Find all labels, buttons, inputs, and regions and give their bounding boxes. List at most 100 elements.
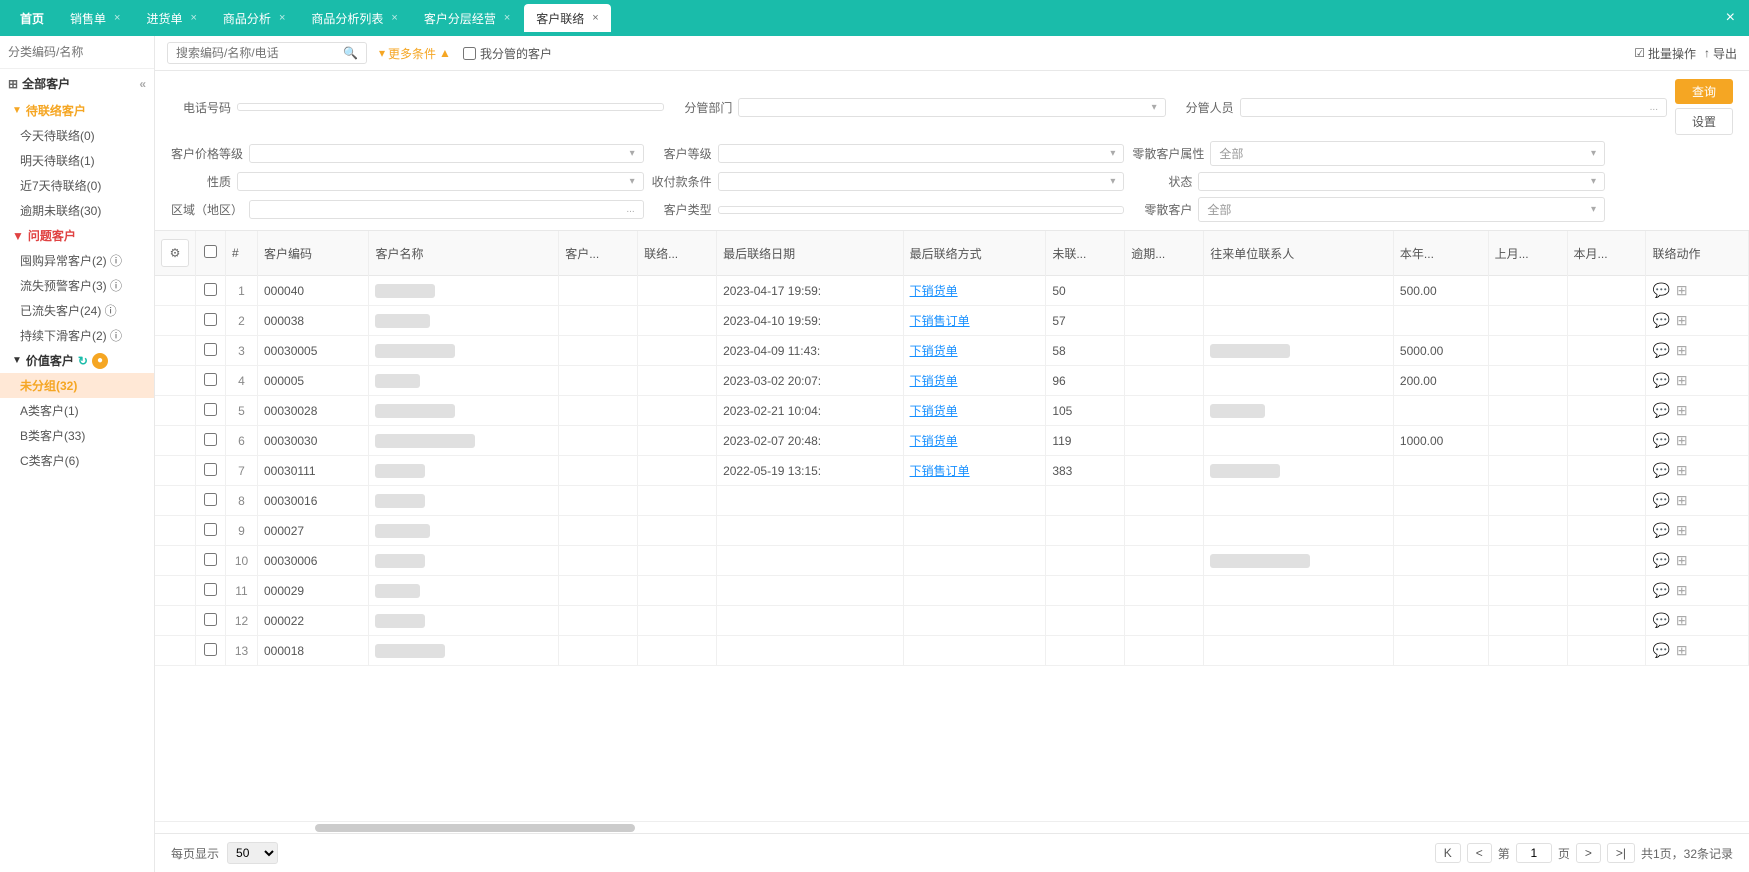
qr-icon[interactable]: ⊞: [1676, 612, 1688, 629]
sidebar-item-b-class[interactable]: B类客户(33): [0, 423, 154, 448]
sidebar-item-tomorrow-pending[interactable]: 明天待联络(1): [0, 148, 154, 173]
this-year-col-header[interactable]: 本年...: [1393, 231, 1488, 276]
row-last-method[interactable]: 下销售订单: [903, 456, 1046, 486]
qr-icon[interactable]: ⊞: [1676, 312, 1688, 329]
tab-product-analysis[interactable]: 商品分析 ×: [211, 4, 297, 32]
sparse-attr-select[interactable]: 全部▾: [1210, 141, 1605, 166]
qr-icon[interactable]: ⊞: [1676, 342, 1688, 359]
sidebar-item-c-class[interactable]: C类客户(6): [0, 448, 154, 473]
chat-icon[interactable]: 💬: [1652, 432, 1669, 449]
collapse-icon[interactable]: «: [139, 77, 146, 91]
sidebar-item-declining[interactable]: 持续下滑客户(2) ⓘ: [0, 323, 154, 348]
row-checkbox[interactable]: [204, 553, 217, 566]
all-customers-header[interactable]: ⊞ 全部客户 «: [0, 69, 154, 98]
region-input[interactable]: ...: [249, 200, 644, 219]
contact-col-header[interactable]: 联络...: [638, 231, 717, 276]
sidebar-item-7days-pending[interactable]: 近7天待联络(0): [0, 173, 154, 198]
qr-icon[interactable]: ⊞: [1676, 522, 1688, 539]
row-checkbox[interactable]: [204, 493, 217, 506]
sidebar-item-a-class[interactable]: A类客户(1): [0, 398, 154, 423]
pending-contact-section[interactable]: ▼ 待联络客户: [0, 98, 154, 123]
h-scrollbar[interactable]: [155, 821, 1749, 833]
reset-button[interactable]: 设置: [1675, 108, 1733, 135]
unit-contact-col-header[interactable]: 往来单位联系人: [1204, 231, 1394, 276]
tab-home[interactable]: 首页: [8, 4, 56, 32]
last-method-link[interactable]: 下销货单: [910, 284, 958, 298]
row-checkbox[interactable]: [204, 313, 217, 326]
chat-icon[interactable]: 💬: [1652, 552, 1669, 569]
tab-sales[interactable]: 销售单 ×: [58, 4, 132, 32]
row-last-method[interactable]: [903, 486, 1046, 516]
settings-icon[interactable]: ⚙: [161, 239, 189, 267]
row-checkbox[interactable]: [204, 463, 217, 476]
last-page-button[interactable]: >|: [1607, 843, 1635, 863]
phone-input[interactable]: [237, 103, 664, 111]
main-search-icon[interactable]: 🔍: [343, 46, 358, 60]
export-button[interactable]: ↑ 导出: [1704, 45, 1737, 62]
sidebar-item-ungrouped[interactable]: 未分组(32): [0, 373, 154, 398]
last-method-link[interactable]: 下销货单: [910, 404, 958, 418]
tab-product-analysis-list[interactable]: 商品分析列表 ×: [299, 4, 409, 32]
refresh-icon[interactable]: ↻: [78, 354, 88, 368]
not-contact-col-header[interactable]: 未联...: [1046, 231, 1125, 276]
row-checkbox[interactable]: [204, 613, 217, 626]
last-method-link[interactable]: 下销货单: [910, 344, 958, 358]
qr-icon[interactable]: ⊞: [1676, 432, 1688, 449]
main-search-input[interactable]: [176, 46, 339, 60]
tab-sales-close[interactable]: ×: [114, 12, 120, 24]
chat-icon[interactable]: 💬: [1652, 612, 1669, 629]
nature-select[interactable]: ▾: [237, 172, 644, 191]
first-page-button[interactable]: K: [1435, 843, 1461, 863]
last-method-link[interactable]: 下销货单: [910, 374, 958, 388]
chat-icon[interactable]: 💬: [1652, 282, 1669, 299]
row-last-method[interactable]: [903, 606, 1046, 636]
row-checkbox[interactable]: [204, 433, 217, 446]
sidebar-item-churn-warning[interactable]: 流失预警客户(3) ⓘ: [0, 273, 154, 298]
qr-icon[interactable]: ⊞: [1676, 552, 1688, 569]
more-conditions-button[interactable]: ▾ 更多条件 ▲: [379, 45, 451, 62]
h-scrollbar-thumb[interactable]: [315, 824, 635, 832]
row-last-method[interactable]: 下销货单: [903, 366, 1046, 396]
last-method-link[interactable]: 下销售订单: [910, 464, 970, 478]
row-last-method[interactable]: 下销货单: [903, 336, 1046, 366]
row-checkbox[interactable]: [204, 523, 217, 536]
chat-icon[interactable]: 💬: [1652, 462, 1669, 479]
row-checkbox[interactable]: [204, 403, 217, 416]
last-date-col-header[interactable]: 最后联络日期: [717, 231, 904, 276]
query-button[interactable]: 查询: [1675, 79, 1733, 104]
row-last-method[interactable]: 下销货单: [903, 426, 1046, 456]
row-checkbox[interactable]: [204, 373, 217, 386]
overdue-col-header[interactable]: 逾期...: [1125, 231, 1204, 276]
chat-icon[interactable]: 💬: [1652, 642, 1669, 659]
my-customers-check[interactable]: [463, 47, 476, 60]
chat-icon[interactable]: 💬: [1652, 342, 1669, 359]
sparse-customer-select[interactable]: 全部▾: [1198, 197, 1605, 222]
last-method-col-header[interactable]: 最后联络方式: [903, 231, 1046, 276]
chat-icon[interactable]: 💬: [1652, 492, 1669, 509]
qr-icon[interactable]: ⊞: [1676, 492, 1688, 509]
chat-icon[interactable]: 💬: [1652, 402, 1669, 419]
last-method-link[interactable]: 下销货单: [910, 434, 958, 448]
sidebar-item-overdue-no-contact[interactable]: 逾期未联络(30): [0, 198, 154, 223]
row-checkbox[interactable]: [204, 583, 217, 596]
dept-select[interactable]: ▾: [738, 98, 1165, 117]
row-checkbox[interactable]: [204, 643, 217, 656]
row-last-method[interactable]: 下销售订单: [903, 306, 1046, 336]
price-level-select[interactable]: ▾: [249, 144, 644, 163]
row-last-method[interactable]: [903, 636, 1046, 666]
page-input[interactable]: [1516, 843, 1552, 863]
chat-icon[interactable]: 💬: [1652, 312, 1669, 329]
row-last-method[interactable]: [903, 546, 1046, 576]
tab-customer-contact-close[interactable]: ×: [592, 12, 598, 24]
row-checkbox[interactable]: [204, 283, 217, 296]
settings-col-header[interactable]: ⚙: [155, 231, 196, 276]
tab-customer-segment-close[interactable]: ×: [504, 12, 510, 24]
close-all-button[interactable]: ×: [1720, 9, 1741, 27]
tab-purchase-close[interactable]: ×: [190, 12, 196, 24]
next-page-button[interactable]: >: [1576, 843, 1601, 863]
payment-select[interactable]: ▾: [718, 172, 1125, 191]
qr-icon[interactable]: ⊞: [1676, 582, 1688, 599]
row-last-method[interactable]: 下销货单: [903, 396, 1046, 426]
tab-product-analysis-list-close[interactable]: ×: [391, 12, 397, 24]
qr-icon[interactable]: ⊞: [1676, 282, 1688, 299]
